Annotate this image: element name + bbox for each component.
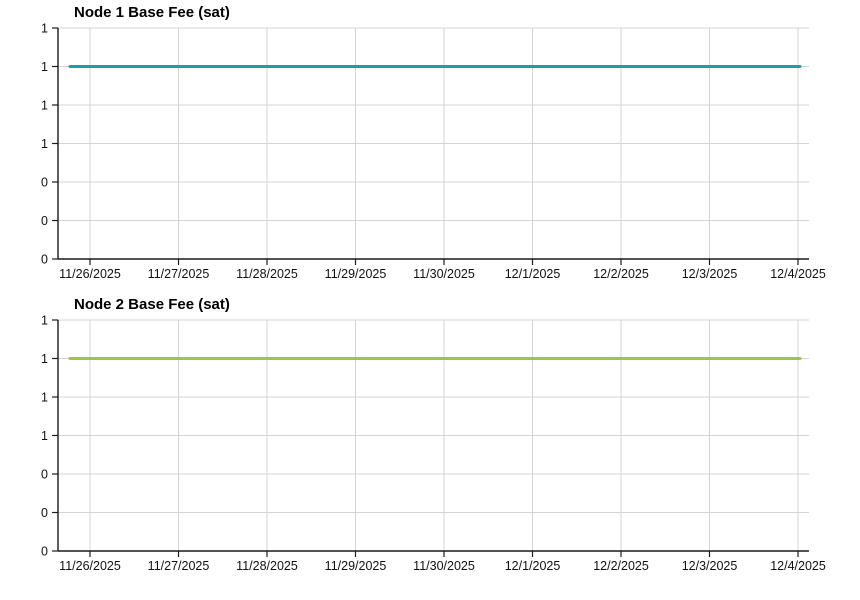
x-tick-label: 11/29/2025 [325, 267, 387, 281]
x-tick-label: 11/28/2025 [236, 267, 298, 281]
chart-block-node2: 1 1 1 1 0 0 0 11/26/2025 11/27/2025 11/28/2025 11/… [0, 292, 860, 600]
x-tick-label: 12/4/2025 [770, 267, 826, 281]
y-tick-label: 0 [41, 506, 48, 520]
y-tick-label: 0 [41, 468, 48, 482]
chart-title-node2: Node 2 Base Fee (sat) [74, 296, 230, 313]
y-tick-label: 1 [41, 314, 48, 328]
base-fee-charts-page: 1 1 1 1 0 0 0 11/26/2025 11/27/2025 11/28/2025 11/… [0, 0, 860, 600]
y-tick-label: 1 [41, 22, 48, 36]
y-tick-label: 0 [41, 214, 48, 228]
y-tick-label: 1 [41, 352, 48, 366]
x-tick-label: 11/30/2025 [413, 267, 475, 281]
y-tick-label: 0 [41, 253, 48, 267]
y-tick-label: 0 [41, 176, 48, 190]
y-tick-label: 1 [41, 391, 48, 405]
x-tick-label: 11/27/2025 [148, 267, 210, 281]
x-tick-label: 11/29/2025 [325, 559, 387, 573]
y-tick-label: 1 [41, 429, 48, 443]
y-tick-label: 1 [41, 137, 48, 151]
x-tick-label: 12/4/2025 [770, 559, 826, 573]
x-tick-label: 11/30/2025 [413, 559, 475, 573]
x-tick-label: 11/28/2025 [236, 559, 298, 573]
x-tick-label: 12/2/2025 [593, 559, 649, 573]
x-tick-label: 12/3/2025 [682, 267, 738, 281]
y-tick-label: 1 [41, 60, 48, 74]
x-tick-label: 11/27/2025 [148, 559, 210, 573]
chart-canvas-node1: 1 1 1 1 0 0 0 11/26/2025 11/27/2025 11/28/2025 11/… [41, 22, 826, 282]
x-tick-label: 12/3/2025 [682, 559, 738, 573]
x-tick-label: 11/26/2025 [59, 267, 121, 281]
x-tick-label: 12/1/2025 [505, 267, 561, 281]
y-tick-label: 1 [41, 99, 48, 113]
x-tick-label: 12/2/2025 [593, 267, 649, 281]
y-tick-label: 0 [41, 545, 48, 559]
x-tick-label: 11/26/2025 [59, 559, 121, 573]
x-tick-label: 12/1/2025 [505, 559, 561, 573]
chart-block-node1: 1 1 1 1 0 0 0 11/26/2025 11/27/2025 11/28/2025 11/… [0, 0, 860, 292]
chart-title-node1: Node 1 Base Fee (sat) [74, 4, 230, 21]
chart-canvas-node2: 1 1 1 1 0 0 0 11/26/2025 11/27/2025 11/28/2025 11/… [41, 314, 826, 574]
